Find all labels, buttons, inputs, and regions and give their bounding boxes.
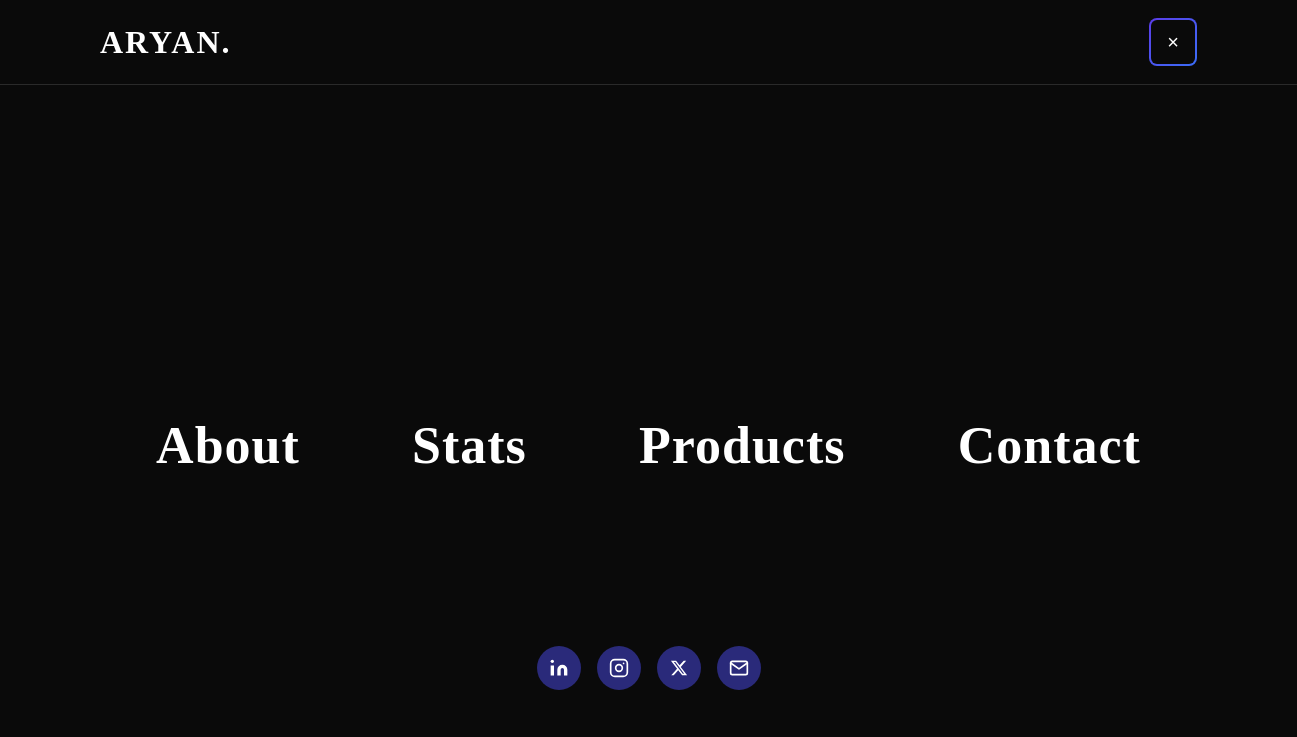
nav-item-products[interactable]: Products [639, 416, 845, 475]
x-twitter-icon[interactable] [657, 646, 701, 690]
instagram-icon[interactable] [597, 646, 641, 690]
linkedin-icon[interactable] [537, 646, 581, 690]
svg-point-3 [615, 665, 622, 672]
logo: ARYAN. [100, 24, 231, 61]
social-bar [0, 646, 1297, 730]
nav-item-contact[interactable]: Contact [958, 416, 1141, 475]
svg-point-1 [550, 660, 553, 663]
header: ARYAN. × [0, 0, 1297, 85]
main-content: About Stats Products Contact [0, 85, 1297, 730]
email-icon[interactable] [717, 646, 761, 690]
navigation: About Stats Products Contact [0, 245, 1297, 646]
nav-item-stats[interactable]: Stats [412, 416, 527, 475]
svg-rect-0 [550, 666, 553, 676]
close-icon: × [1167, 31, 1179, 54]
nav-items: About Stats Products Contact [0, 416, 1297, 475]
svg-rect-2 [610, 660, 627, 677]
close-button[interactable]: × [1149, 18, 1197, 66]
svg-point-4 [622, 663, 624, 665]
nav-item-about[interactable]: About [156, 416, 300, 475]
